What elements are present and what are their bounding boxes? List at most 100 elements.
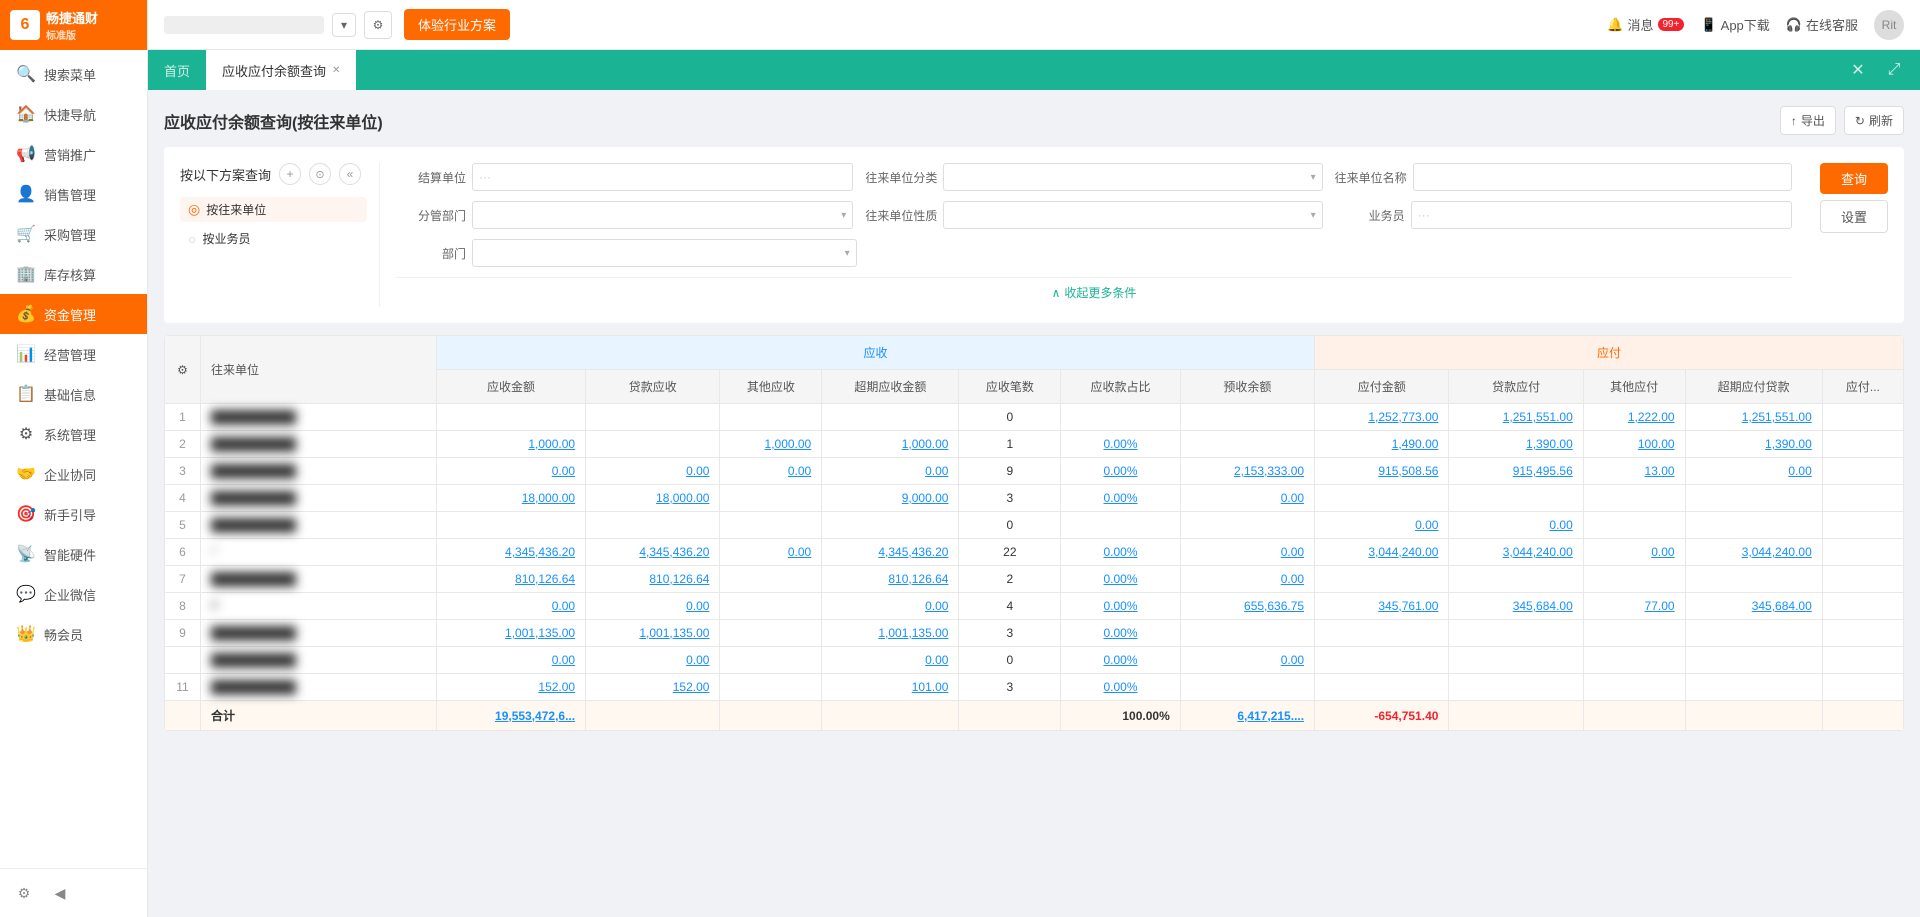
sidebar-item-search-menu[interactable]: 🔍 搜索菜单 xyxy=(0,54,147,94)
export-btn[interactable]: ↑ 导出 xyxy=(1780,106,1836,135)
row-ar-count[interactable]: 2 xyxy=(959,566,1061,593)
row-ap-amount[interactable]: 915,508.56 xyxy=(1315,458,1449,485)
tab-close-all-btn[interactable]: ✕ xyxy=(1844,56,1872,84)
row-idx[interactable]: 7 xyxy=(165,566,201,593)
row-ar-count[interactable]: 3 xyxy=(959,485,1061,512)
footer-prepay[interactable]: 6,417,215.... xyxy=(1180,701,1314,731)
tab-ar-ap-close[interactable]: ✕ xyxy=(332,65,340,76)
filter-settings-btn[interactable]: ⊙ xyxy=(309,163,331,185)
app-download-btn[interactable]: 📱 App下载 xyxy=(1700,15,1769,34)
row-prepay[interactable]: 0.00 xyxy=(1180,566,1314,593)
row-ar-count[interactable]: 3 xyxy=(959,620,1061,647)
row-ap-amount[interactable]: 345,761.00 xyxy=(1315,593,1449,620)
dept-control[interactable]: ▾ xyxy=(472,239,857,267)
row-overdue-ar[interactable]: 0.00 xyxy=(822,593,959,620)
tab-home[interactable]: 首页 xyxy=(148,50,206,90)
row-idx[interactable]: 11 xyxy=(165,674,201,701)
row-idx[interactable]: 2 xyxy=(165,431,201,458)
row-overdue-ar[interactable]: 9,000.00 xyxy=(822,485,959,512)
row-other-ar[interactable]: 0.00 xyxy=(720,458,822,485)
unit-category-control[interactable]: ▾ xyxy=(943,163,1322,191)
row-ar-count[interactable]: 4 xyxy=(959,593,1061,620)
row-loan-ap[interactable]: 1,390.00 xyxy=(1449,431,1583,458)
sidebar-item-marketing[interactable]: 📢 营销推广 xyxy=(0,134,147,174)
row-unit[interactable]: ^ xyxy=(201,539,437,566)
row-ar-count[interactable]: 22 xyxy=(959,539,1061,566)
online-service-btn[interactable]: 🎧 在线客服 xyxy=(1786,15,1858,34)
salesperson-control[interactable]: ··· xyxy=(1411,201,1792,229)
header-promo-btn[interactable]: 体验行业方案 xyxy=(404,9,510,40)
row-overdue-ar[interactable]: 1,001,135.00 xyxy=(822,620,959,647)
row-ar-ratio[interactable]: 0.00% xyxy=(1061,539,1181,566)
notifications-btn[interactable]: 🔔 消息 99+ xyxy=(1607,15,1684,34)
sidebar-item-quick-nav[interactable]: 🏠 快捷导航 xyxy=(0,94,147,134)
row-ar-count[interactable]: 9 xyxy=(959,458,1061,485)
row-loan-ap[interactable]: 915,495.56 xyxy=(1449,458,1583,485)
sidebar-item-sales[interactable]: 👤 销售管理 xyxy=(0,174,147,214)
row-other-ap[interactable]: 1,222.00 xyxy=(1583,404,1685,431)
th-settings[interactable]: ⚙ xyxy=(165,336,201,404)
row-idx[interactable]: 1 xyxy=(165,404,201,431)
row-idx[interactable]: 3 xyxy=(165,458,201,485)
row-overdue-ar[interactable]: 0.00 xyxy=(822,647,959,674)
row-overdue-ap[interactable]: 3,044,240.00 xyxy=(1685,539,1822,566)
settlement-unit-control[interactable]: ··· xyxy=(472,163,853,191)
sidebar-item-basic-info[interactable]: 📋 基础信息 xyxy=(0,374,147,414)
row-idx[interactable]: 9 xyxy=(165,620,201,647)
row-ar-ratio[interactable]: 0.00% xyxy=(1061,485,1181,512)
sidebar-item-inventory[interactable]: 🏢 库存核算 xyxy=(0,254,147,294)
row-ap-amount[interactable]: 1,490.00 xyxy=(1315,431,1449,458)
setting-btn[interactable]: 设置 xyxy=(1820,200,1888,233)
table-settings-icon[interactable]: ⚙ xyxy=(177,363,188,377)
row-ar-amount[interactable]: 1,000.00 xyxy=(437,431,586,458)
row-overdue-ar[interactable]: 101.00 xyxy=(822,674,959,701)
filter-collapse-left-btn[interactable]: « xyxy=(339,163,361,185)
row-other-ap[interactable]: 77.00 xyxy=(1583,593,1685,620)
row-other-ar[interactable]: 0.00 xyxy=(720,539,822,566)
row-idx[interactable]: 5 xyxy=(165,512,201,539)
row-ar-amount[interactable]: 4,345,436.20 xyxy=(437,539,586,566)
filter-add-btn[interactable]: + xyxy=(279,163,301,185)
header-gear-btn[interactable]: ⚙ xyxy=(364,11,392,39)
row-overdue-ap[interactable]: 1,251,551.00 xyxy=(1685,404,1822,431)
sidebar-item-operation[interactable]: 📊 经营管理 xyxy=(0,334,147,374)
row-idx[interactable]: 8 xyxy=(165,593,201,620)
row-other-ap[interactable]: 13.00 xyxy=(1583,458,1685,485)
unit-name-input[interactable] xyxy=(1420,170,1785,184)
query-btn[interactable]: 查询 xyxy=(1820,163,1888,194)
row-ar-ratio[interactable]: 0.00% xyxy=(1061,674,1181,701)
row-loan-ar[interactable]: 810,126.64 xyxy=(586,566,720,593)
row-loan-ar[interactable]: 1,001,135.00 xyxy=(586,620,720,647)
row-loan-ar[interactable]: 0.00 xyxy=(586,458,720,485)
row-unit[interactable]: P xyxy=(201,593,437,620)
row-ar-ratio[interactable]: 0.00% xyxy=(1061,593,1181,620)
row-idx[interactable]: 4 xyxy=(165,485,201,512)
row-prepay[interactable]: 0.00 xyxy=(1180,485,1314,512)
row-loan-ar[interactable]: 0.00 xyxy=(586,647,720,674)
filter-option-by-staff[interactable]: ○ 按业务员 xyxy=(180,226,367,251)
sidebar-item-system[interactable]: ⚙ 系统管理 xyxy=(0,414,147,454)
row-overdue-ar[interactable]: 0.00 xyxy=(822,458,959,485)
row-ar-count[interactable]: 1 xyxy=(959,431,1061,458)
row-prepay[interactable]: 2,153,333.00 xyxy=(1180,458,1314,485)
row-ar-ratio[interactable]: 0.00% xyxy=(1061,566,1181,593)
row-ap-amount[interactable]: 1,252,773.00 xyxy=(1315,404,1449,431)
row-prepay[interactable]: 0.00 xyxy=(1180,539,1314,566)
sidebar-item-purchase[interactable]: 🛒 采购管理 xyxy=(0,214,147,254)
row-ap-amount[interactable]: 3,044,240.00 xyxy=(1315,539,1449,566)
row-ar-amount[interactable]: 0.00 xyxy=(437,458,586,485)
row-idx[interactable]: 6 xyxy=(165,539,201,566)
row-loan-ar[interactable]: 4,345,436.20 xyxy=(586,539,720,566)
row-ar-count[interactable]: 0 xyxy=(959,647,1061,674)
tab-expand-btn[interactable]: ⤢ xyxy=(1880,56,1908,84)
sidebar-item-hardware[interactable]: 📡 智能硬件 xyxy=(0,534,147,574)
row-loan-ap[interactable]: 1,251,551.00 xyxy=(1449,404,1583,431)
unit-name-control[interactable] xyxy=(1413,163,1792,191)
row-overdue-ar[interactable]: 810,126.64 xyxy=(822,566,959,593)
row-ar-ratio[interactable]: 0.00% xyxy=(1061,620,1181,647)
row-ar-amount[interactable]: 18,000.00 xyxy=(437,485,586,512)
row-loan-ap[interactable]: 3,044,240.00 xyxy=(1449,539,1583,566)
sidebar-settings-btn[interactable]: ⚙ xyxy=(10,879,38,907)
row-loan-ar[interactable]: 152.00 xyxy=(586,674,720,701)
row-loan-ar[interactable]: 18,000.00 xyxy=(586,485,720,512)
